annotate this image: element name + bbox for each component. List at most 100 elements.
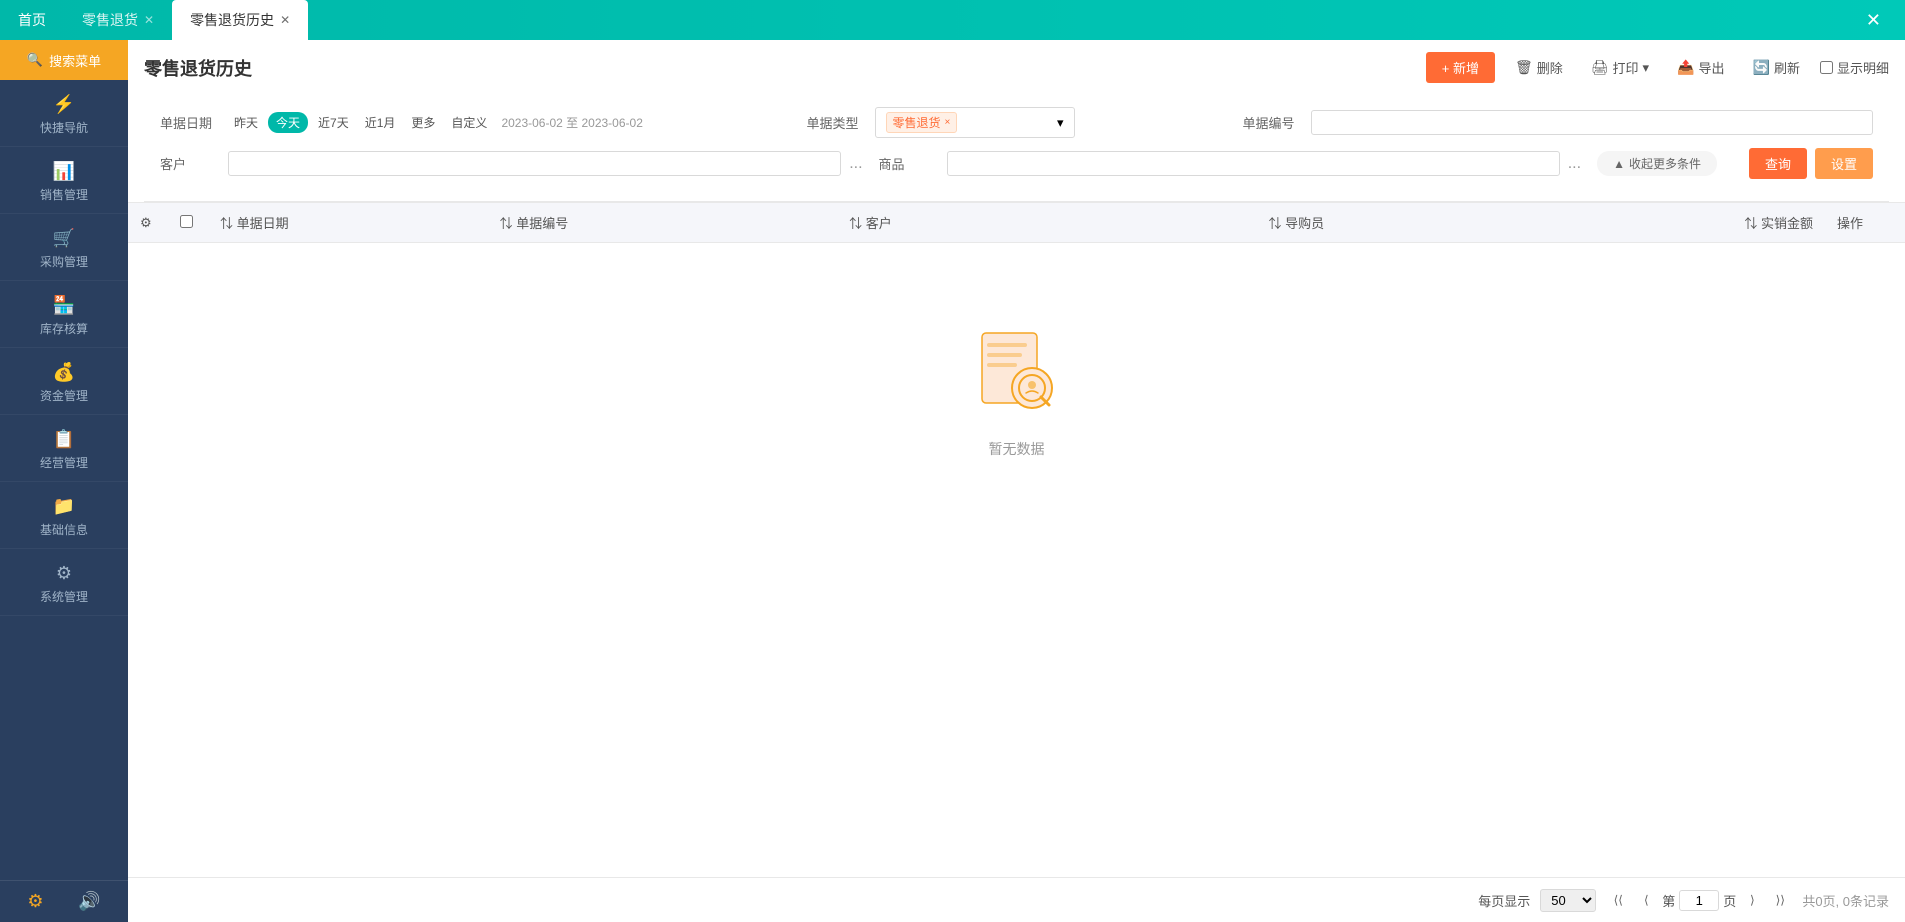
filter-actions: 查询 设置: [1749, 148, 1873, 179]
select-all-checkbox[interactable]: [180, 215, 193, 228]
filter-date-item: 单据日期 昨天 今天 近7天 近1月 更多 自定义 2023-06-02 至 2…: [160, 112, 791, 133]
customer-browse-icon[interactable]: ...: [849, 155, 862, 173]
date-range-text: 2023-06-02 至 2023-06-02: [501, 114, 642, 131]
sidebar-item-purchase-mgmt[interactable]: 🛒 采购管理: [0, 214, 128, 281]
th-no[interactable]: ⇅ 单据编号: [488, 203, 837, 243]
sidebar-item-label: 快捷导航: [40, 119, 88, 136]
collapse-up-icon: ▲: [1613, 157, 1625, 171]
filter-type-select[interactable]: 零售退货 × ▾: [875, 107, 1075, 138]
filter-type-label: 单据类型: [807, 113, 867, 132]
page-nav: ⟨⟨ ⟨ 第 页 ⟩ ⟩⟩: [1606, 888, 1792, 912]
page-title-row: 零售退货历史 + 新增 🗑 删除 🖨 打印 ▾ 📤 导出: [144, 52, 1889, 83]
tab-retail-return-close[interactable]: ✕: [144, 13, 154, 27]
top-bar-right: ✕: [1858, 6, 1905, 35]
th-date[interactable]: ⇅ 单据日期: [208, 203, 488, 243]
th-checkbox[interactable]: [168, 203, 208, 243]
sidebar-search[interactable]: 🔍 搜索菜单: [0, 40, 128, 80]
th-settings[interactable]: ⚙: [128, 203, 168, 243]
tab-retail-return-label: 零售退货: [82, 10, 138, 30]
th-amount[interactable]: ⇅ 实销金额: [1592, 203, 1825, 243]
print-button[interactable]: 🖨 打印 ▾: [1583, 54, 1657, 81]
date-btn-more[interactable]: 更多: [405, 112, 441, 133]
delete-label: 删除: [1537, 58, 1563, 77]
base-info-icon: 📁: [53, 496, 75, 517]
th-customer-label: ⇅ 客户: [849, 216, 892, 231]
print-label: 打印: [1613, 58, 1639, 77]
sidebar-item-inventory[interactable]: 🏪 库存核算: [0, 281, 128, 348]
filter-no-label: 单据编号: [1243, 113, 1303, 132]
page-total: 共0页, 0条记录: [1802, 891, 1889, 910]
show-detail-checkbox[interactable]: [1820, 61, 1833, 74]
volume-bottom-icon[interactable]: 🔊: [78, 891, 100, 912]
filter-no-input[interactable]: [1311, 110, 1874, 135]
print-dropdown-icon[interactable]: ▾: [1643, 60, 1650, 76]
operations-icon: 📋: [53, 429, 75, 450]
add-button[interactable]: + 新增: [1426, 52, 1495, 83]
refresh-icon: 🔄: [1753, 59, 1770, 76]
query-button[interactable]: 查询: [1749, 148, 1807, 179]
filter-goods-item: 商品 ...: [879, 151, 1582, 176]
type-select-dropdown-icon[interactable]: ▾: [1057, 115, 1064, 131]
filter-goods-input[interactable]: [947, 151, 1560, 176]
page-prev-button[interactable]: ⟨: [1634, 888, 1658, 912]
filter-date-group: 昨天 今天 近7天 近1月 更多 自定义: [228, 112, 493, 133]
sidebar-item-operations[interactable]: 📋 经营管理: [0, 415, 128, 482]
tab-retail-return-history-close[interactable]: ✕: [280, 13, 290, 27]
tab-retail-return[interactable]: 零售退货 ✕: [64, 0, 172, 40]
sidebar-item-quick-nav[interactable]: ⚡ 快捷导航: [0, 80, 128, 147]
sidebar-item-sales-mgmt[interactable]: 📊 销售管理: [0, 147, 128, 214]
refresh-button[interactable]: 🔄 刷新: [1745, 54, 1808, 81]
collapse-button[interactable]: ▲ 收起更多条件: [1597, 151, 1717, 176]
th-guide[interactable]: ⇅ 导购员: [1256, 203, 1536, 243]
close-app-button[interactable]: ✕: [1858, 6, 1889, 35]
collapse-label: 收起更多条件: [1629, 155, 1701, 172]
page-title: 零售退货历史: [144, 55, 252, 81]
page-size-label: 每页显示: [1478, 891, 1530, 910]
th-spacer: [1536, 203, 1592, 243]
filter-date-label: 单据日期: [160, 113, 220, 132]
page-first-button[interactable]: ⟨⟨: [1606, 888, 1630, 912]
table-area: ⚙ ⇅ 单据日期 ⇅ 单据编号 ⇅ 客户: [128, 203, 1905, 877]
page-size-select[interactable]: 50 100 200: [1540, 889, 1596, 912]
empty-text: 暂无数据: [989, 439, 1045, 459]
tab-retail-return-history-label: 零售退货历史: [190, 10, 274, 30]
th-no-label: ⇅ 单据编号: [500, 216, 569, 231]
filter-row-2: 客户 ... 商品 ... ▲ 收起更多条件: [160, 148, 1873, 179]
date-btn-yesterday[interactable]: 昨天: [228, 112, 264, 133]
date-btn-7days[interactable]: 近7天: [312, 112, 355, 133]
pagination-bar: 每页显示 50 100 200 ⟨⟨ ⟨ 第 页 ⟩ ⟩⟩ 共0页, 0条记录: [128, 877, 1905, 922]
export-icon: 📤: [1677, 59, 1694, 76]
sidebar-item-finance[interactable]: 💰 资金管理: [0, 348, 128, 415]
filter-area: 单据日期 昨天 今天 近7天 近1月 更多 自定义 2023-06-02 至 2…: [144, 95, 1889, 202]
date-btn-1month[interactable]: 近1月: [359, 112, 402, 133]
show-detail-checkbox-label[interactable]: 显示明细: [1820, 58, 1889, 77]
th-customer[interactable]: ⇅ 客户: [837, 203, 1256, 243]
sidebar-bottom: ⚙ 🔊: [0, 880, 128, 922]
date-btn-today[interactable]: 今天: [268, 112, 308, 133]
settings-button[interactable]: 设置: [1815, 148, 1873, 179]
sidebar-item-label: 系统管理: [40, 588, 88, 605]
table-header: ⚙ ⇅ 单据日期 ⇅ 单据编号 ⇅ 客户: [128, 203, 1905, 243]
page-last-button[interactable]: ⟩⟩: [1768, 888, 1792, 912]
date-btn-custom[interactable]: 自定义: [445, 112, 493, 133]
collapse-area: ▲ 收起更多条件: [1597, 151, 1717, 176]
page-number-input[interactable]: [1679, 890, 1719, 911]
tab-home[interactable]: 首页: [0, 0, 64, 40]
print-icon: 🖨: [1591, 59, 1609, 76]
sidebar-item-sys-mgmt[interactable]: ⚙ 系统管理: [0, 549, 128, 616]
content-area: 零售退货历史 + 新增 🗑 删除 🖨 打印 ▾ 📤 导出: [128, 40, 1905, 922]
goods-browse-icon[interactable]: ...: [1568, 155, 1581, 173]
sidebar-search-label: 搜索菜单: [49, 51, 101, 70]
th-date-label: ⇅ 单据日期: [220, 216, 289, 231]
column-settings-icon[interactable]: ⚙: [140, 215, 152, 230]
filter-customer-input[interactable]: [228, 151, 841, 176]
sidebar-item-base-info[interactable]: 📁 基础信息: [0, 482, 128, 549]
tab-retail-return-history[interactable]: 零售退货历史 ✕: [172, 0, 308, 40]
export-button[interactable]: 📤 导出: [1669, 54, 1732, 81]
filter-customer-label: 客户: [160, 154, 220, 173]
type-tag-close[interactable]: ×: [945, 117, 951, 128]
delete-button[interactable]: 🗑 删除: [1507, 54, 1571, 81]
filter-type-item: 单据类型 零售退货 × ▾: [807, 107, 1227, 138]
settings-bottom-icon[interactable]: ⚙: [27, 891, 43, 912]
page-next-button[interactable]: ⟩: [1740, 888, 1764, 912]
